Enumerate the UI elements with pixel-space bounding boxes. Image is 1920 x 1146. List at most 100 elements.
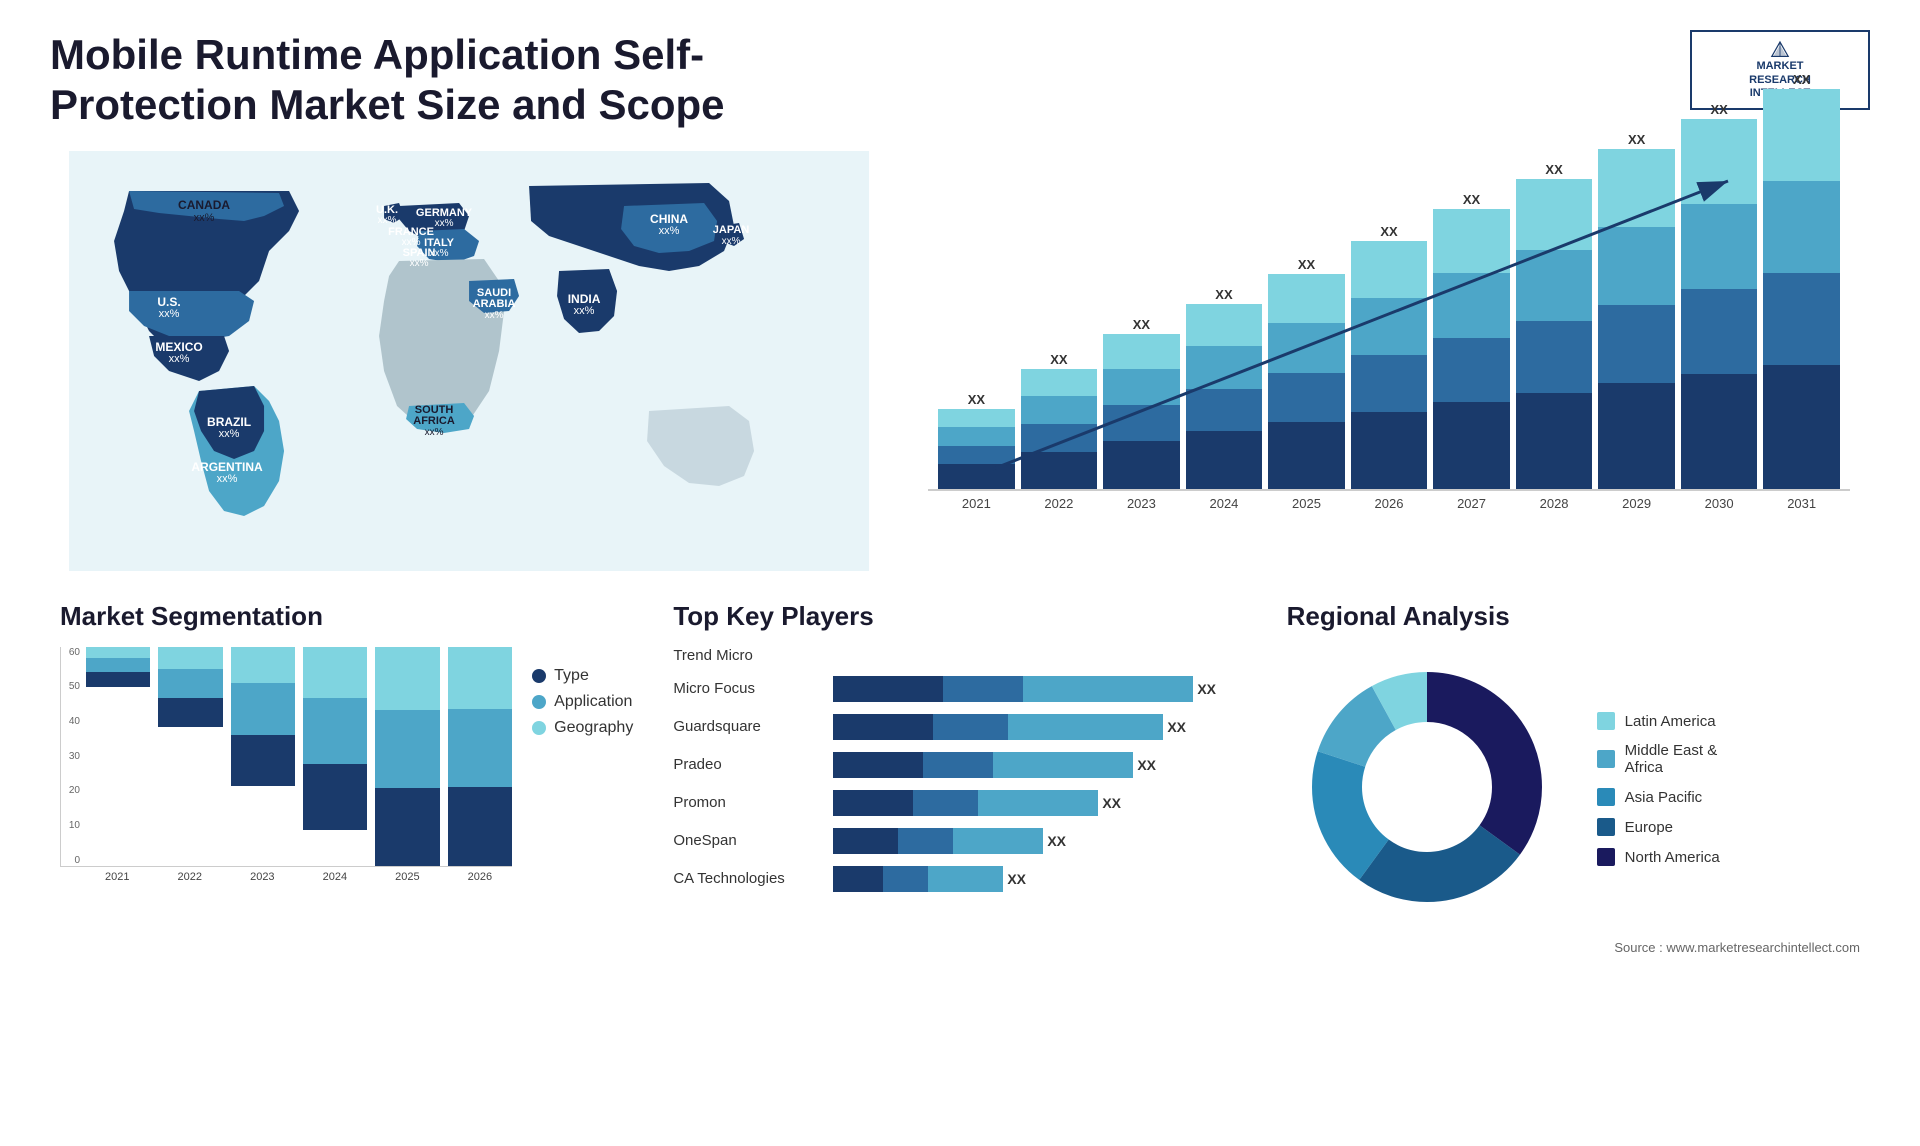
segmentation-section: Market Segmentation 60 50 40 30 20 10 0 — [50, 591, 643, 965]
growth-bar-group: XX — [1516, 161, 1593, 489]
seg-bar-segment — [231, 647, 295, 684]
player-bar — [833, 676, 1193, 702]
legend-color-latin — [1597, 712, 1615, 730]
legend-app: Application — [532, 693, 633, 711]
legend-north-america: North America — [1597, 848, 1720, 866]
svg-text:CANADA: CANADA — [178, 198, 230, 212]
growth-bar-segment — [1268, 422, 1345, 489]
growth-bar-segment — [1103, 369, 1180, 405]
seg-year-label: 2023 — [230, 871, 295, 883]
player-bar-segment — [923, 752, 993, 778]
growth-bar-stack — [1763, 89, 1840, 489]
growth-bar-segment — [1186, 431, 1263, 488]
world-map-svg: CANADA xx% U.S. xx% MEXICO xx% BRAZIL xx… — [50, 151, 888, 571]
player-bar-segment — [933, 714, 1008, 740]
growth-bar-group: XX — [1598, 161, 1675, 489]
player-row: PromonXX — [673, 790, 1246, 816]
svg-text:xx%: xx% — [159, 308, 180, 320]
svg-text:xx%: xx% — [219, 428, 240, 440]
player-bar-segment — [833, 676, 943, 702]
svg-text:xx%: xx% — [430, 248, 449, 259]
player-bar — [833, 790, 1098, 816]
player-bar-label: XX — [1137, 757, 1156, 773]
legend-type: Type — [532, 667, 633, 685]
market-research-icon — [1760, 40, 1800, 60]
player-bar-segment — [913, 790, 978, 816]
growth-bar-segment — [1351, 355, 1428, 412]
seg-bar-segment — [303, 647, 367, 698]
player-bar-label: XX — [1197, 681, 1216, 697]
growth-bar-segment — [1681, 119, 1758, 204]
growth-year-label: 2026 — [1351, 496, 1428, 511]
growth-bar-group: XX — [1763, 161, 1840, 489]
growth-bar-group: XX — [1186, 161, 1263, 489]
world-map-section: CANADA xx% U.S. xx% MEXICO xx% BRAZIL xx… — [50, 151, 888, 571]
growth-bar-segment — [938, 464, 1015, 489]
svg-text:xx%: xx% — [485, 310, 504, 321]
growth-bar-segment — [1433, 338, 1510, 402]
growth-bar-group: XX — [1021, 161, 1098, 489]
growth-bar-segment — [938, 446, 1015, 464]
svg-text:xx%: xx% — [574, 305, 595, 317]
growth-bar-segment — [938, 409, 1015, 427]
player-name: OneSpan — [673, 832, 823, 849]
player-row: CA TechnologiesXX — [673, 866, 1246, 892]
players-title: Top Key Players — [673, 601, 1246, 632]
growth-bar-stack — [1021, 369, 1098, 489]
legend-europe: Europe — [1597, 818, 1720, 836]
player-bar-segment — [833, 752, 923, 778]
player-bar-label: XX — [1167, 719, 1186, 735]
growth-bar-segment — [1103, 334, 1180, 370]
svg-text:AFRICA: AFRICA — [413, 415, 455, 427]
player-bar-segment — [1008, 714, 1163, 740]
bar-xx-label: XX — [1793, 72, 1810, 87]
growth-year-label: 2028 — [1516, 496, 1593, 511]
svg-text:U.S.: U.S. — [157, 295, 180, 309]
player-bar-segment — [898, 828, 953, 854]
legend-color-na — [1597, 848, 1615, 866]
donut-wrapper: Latin America Middle East &Africa Asia P… — [1287, 647, 1860, 932]
growth-year-label: 2023 — [1103, 496, 1180, 511]
player-bar-segment — [928, 866, 1003, 892]
legend-color-mideast — [1597, 750, 1615, 768]
growth-bar-segment — [1681, 289, 1758, 374]
player-row: GuardsquareXX — [673, 714, 1246, 740]
growth-bar-segment — [1763, 89, 1840, 181]
legend-dot-geo — [532, 721, 546, 735]
seg-year-label: 2022 — [158, 871, 223, 883]
growth-bar-group: XX — [1433, 161, 1510, 489]
legend-color-europe — [1597, 818, 1615, 836]
player-name: Pradeo — [673, 756, 823, 773]
legend-label-geo: Geography — [554, 719, 633, 737]
growth-bar-segment — [1598, 305, 1675, 383]
bar-xx-label: XX — [1628, 132, 1645, 147]
growth-bar-stack — [1351, 241, 1428, 489]
growth-year-label: 2025 — [1268, 496, 1345, 511]
header: Mobile Runtime Application Self-Protecti… — [50, 30, 1870, 131]
legend-label-type: Type — [554, 667, 589, 685]
growth-bar-segment — [1598, 383, 1675, 488]
growth-bar-segment — [1763, 181, 1840, 273]
growth-bar-stack — [1516, 179, 1593, 489]
growth-bar-segment — [1681, 204, 1758, 289]
seg-bar-segment — [86, 658, 150, 673]
bar-xx-label: XX — [1133, 317, 1150, 332]
growth-bar-segment — [1433, 402, 1510, 489]
player-bar-container: XX — [833, 714, 1186, 740]
player-bar-segment — [978, 790, 1098, 816]
seg-legend: Type Application Geography — [532, 657, 633, 883]
player-bar-container: XX — [833, 828, 1066, 854]
player-bar — [833, 866, 1003, 892]
seg-bar-group — [448, 647, 512, 866]
legend-text-latin: Latin America — [1625, 713, 1716, 730]
seg-bar-segment — [375, 647, 439, 711]
growth-year-labels: 2021202220232024202520262027202820292030… — [928, 496, 1850, 511]
svg-text:INDIA: INDIA — [568, 292, 601, 306]
legend-text-europe: Europe — [1625, 819, 1673, 836]
seg-bar-segment — [448, 709, 512, 788]
growth-bar-segment — [1021, 452, 1098, 489]
seg-bar-segment — [158, 669, 222, 698]
legend-middle-east: Middle East &Africa — [1597, 742, 1720, 776]
svg-text:BRAZIL: BRAZIL — [207, 415, 251, 429]
growth-year-label: 2031 — [1763, 496, 1840, 511]
